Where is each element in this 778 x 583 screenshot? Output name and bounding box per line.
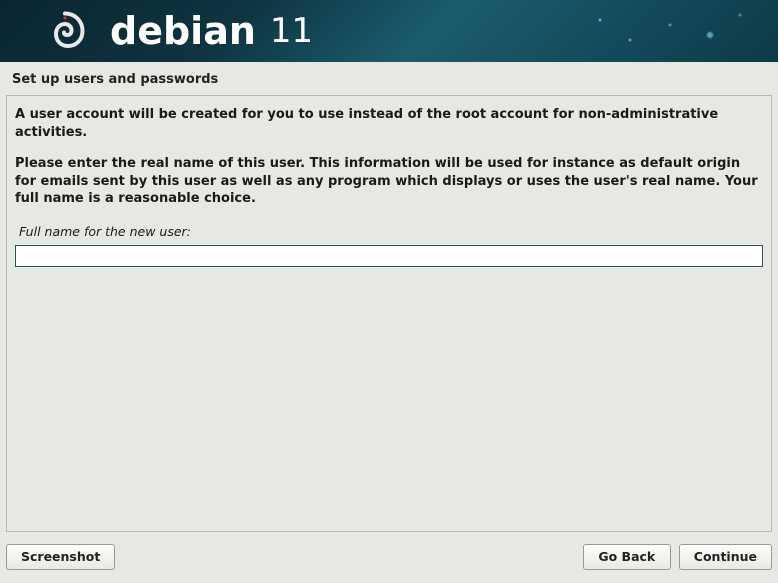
intro-paragraph-1: A user account will be created for you t…: [15, 106, 763, 141]
brand-name: debian: [110, 9, 256, 53]
debian-swirl-icon: [40, 6, 90, 56]
header-banner: debian 11: [0, 0, 778, 62]
go-back-button[interactable]: Go Back: [583, 544, 671, 570]
content-area: A user account will be created for you t…: [6, 95, 772, 532]
fullname-label: Full name for the new user:: [19, 224, 763, 239]
page-title: Set up users and passwords: [0, 62, 778, 95]
intro-paragraph-2: Please enter the real name of this user.…: [15, 155, 763, 208]
fullname-input[interactable]: [15, 245, 763, 267]
brand-version: 11: [270, 11, 313, 51]
bottom-bar: Screenshot Go Back Continue: [0, 538, 778, 583]
continue-button[interactable]: Continue: [679, 544, 772, 570]
screenshot-button[interactable]: Screenshot: [6, 544, 115, 570]
